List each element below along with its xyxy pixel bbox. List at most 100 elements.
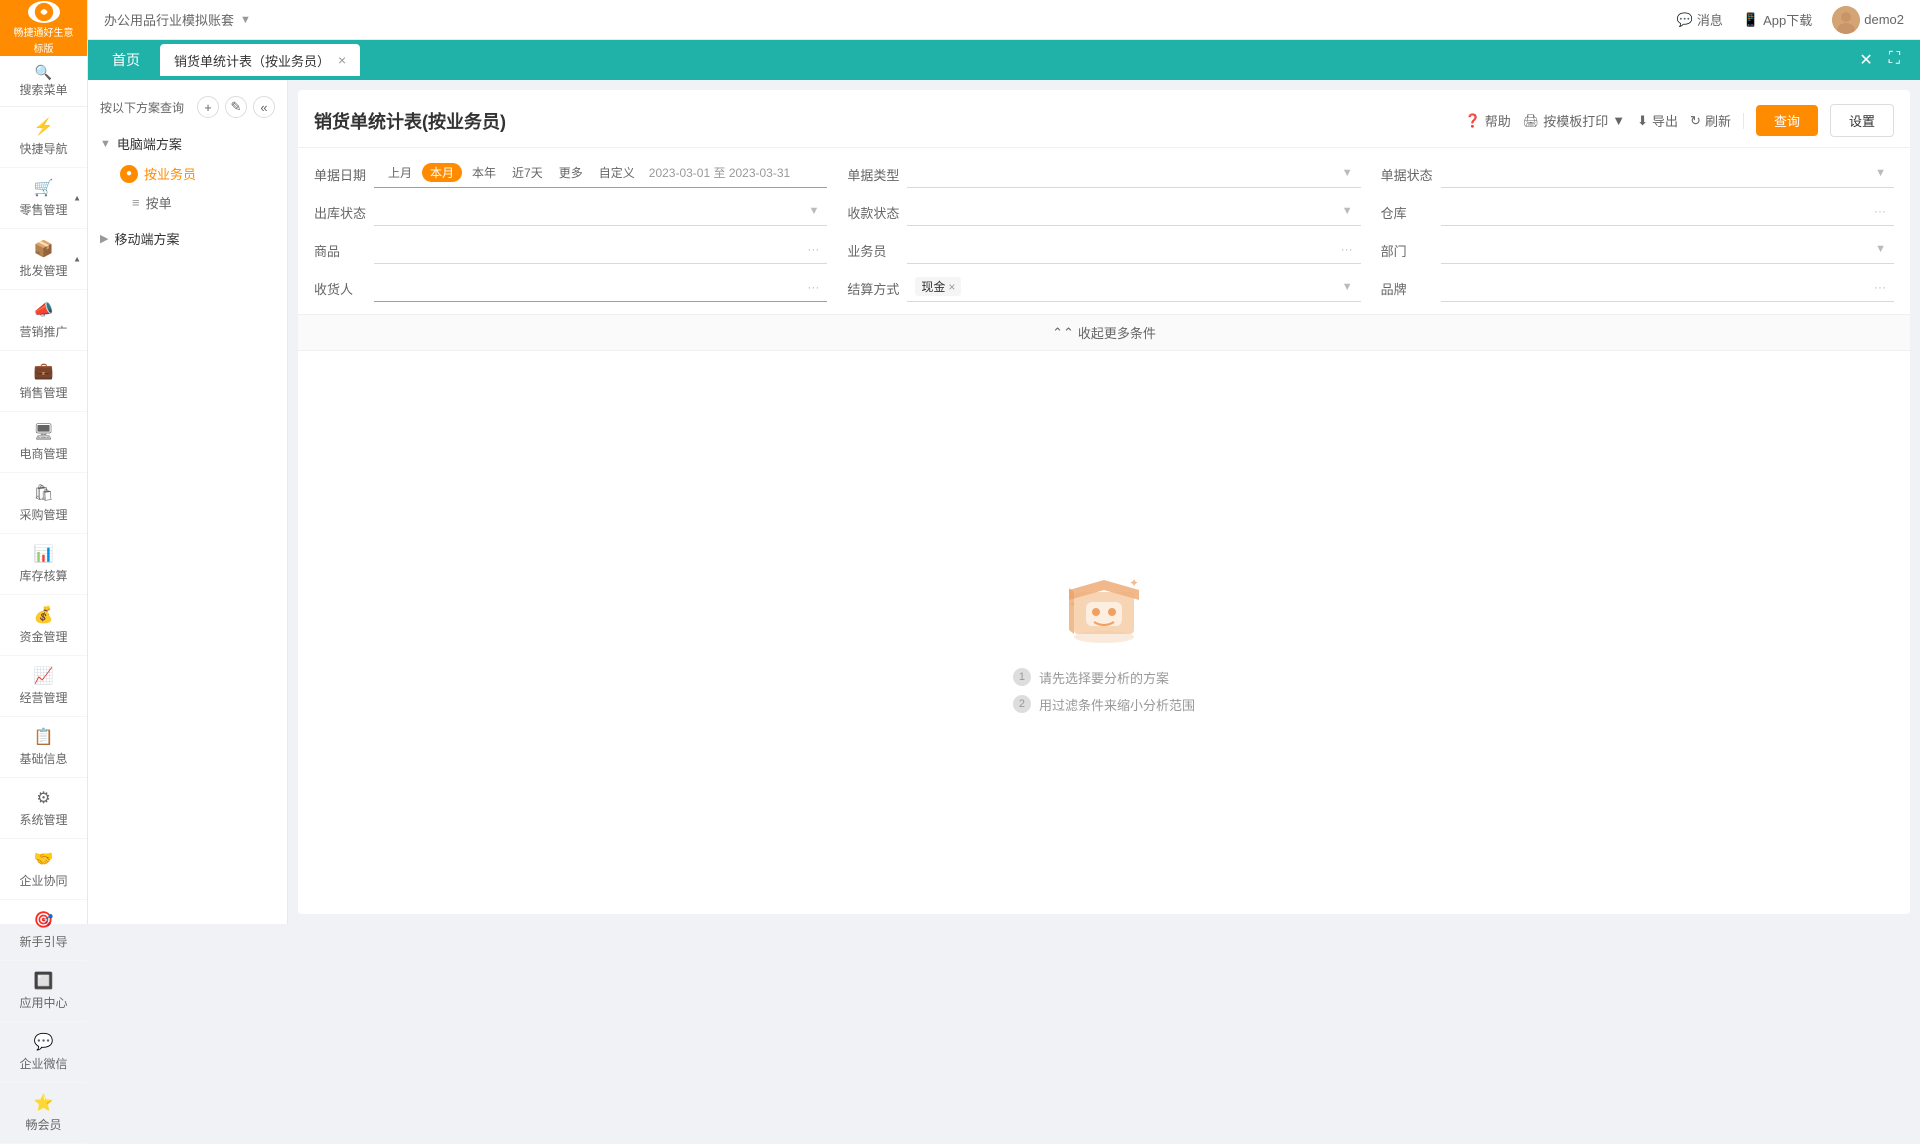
sidebar: 畅捷通好生意 标版 🔍 搜索菜单 ⚡ 快捷导航 🛒 零售管理 📦 批发管理 📣 … xyxy=(0,0,88,924)
receipt-status-label: 收款状态 xyxy=(847,203,907,222)
payment-tag-close-btn[interactable]: × xyxy=(948,280,955,294)
date-this-year-btn[interactable]: 本年 xyxy=(466,163,502,182)
app-download-btn[interactable]: 📱 App下载 xyxy=(1743,10,1812,29)
receipt-status-dropdown-icon: ▼ xyxy=(1342,205,1353,217)
print-btn[interactable]: 🖨 按模板打印 ▼ xyxy=(1523,111,1625,130)
refresh-btn[interactable]: ↻ 刷新 xyxy=(1690,111,1731,130)
username: demo2 xyxy=(1864,12,1904,27)
sidebar-item-purchase[interactable]: 🛍 采购管理 xyxy=(0,473,87,534)
doc-type-control[interactable]: ▼ xyxy=(907,160,1360,188)
scheme-sub-icon: ≡ xyxy=(132,195,140,210)
tab-close-btn[interactable]: × xyxy=(338,52,346,68)
edit-scheme-btn[interactable]: ✎ xyxy=(225,96,247,118)
date-last-month-btn[interactable]: 上月 xyxy=(382,163,418,182)
page-title: 销货单统计表(按业务员) xyxy=(314,108,506,134)
settings-btn[interactable]: 设置 xyxy=(1830,104,1894,137)
payment-control[interactable]: 现金 × ▼ xyxy=(907,274,1360,302)
sidebar-item-tutorial[interactable]: 🎯 新手引导 xyxy=(0,900,87,961)
doc-type-label: 单据类型 xyxy=(847,165,907,184)
refresh-icon: ↻ xyxy=(1690,113,1701,129)
salesperson-label: 业务员 xyxy=(847,241,907,260)
sidebar-item-appcenter[interactable]: 🔲 应用中心 xyxy=(0,961,87,1022)
messages-btn[interactable]: 💬 消息 xyxy=(1677,10,1723,29)
filter-row-2: 出库状态 ▼ 收款状态 ▼ 仓库 ··· xyxy=(314,198,1894,226)
tab-maximize-btn[interactable]: ⛶ xyxy=(1885,46,1904,74)
hint-num-2: 2 xyxy=(1013,695,1031,713)
sidebar-item-finance[interactable]: 💰 资金管理 xyxy=(0,595,87,656)
tree-item-by-salesperson[interactable]: ● 按业务员 xyxy=(88,159,287,188)
tree-expand-icon: ▼ xyxy=(100,138,111,150)
department-control[interactable]: ▼ xyxy=(1441,236,1894,264)
goods-control[interactable]: ··· xyxy=(374,236,827,264)
tab-home[interactable]: 首页 xyxy=(96,40,156,80)
date-custom-btn[interactable]: 自定义 xyxy=(593,163,641,182)
add-scheme-btn[interactable]: + xyxy=(197,96,219,118)
sidebar-item-member[interactable]: ⭐ 畅会员 xyxy=(0,1083,87,1144)
payment-dropdown-icon: ▼ xyxy=(1342,281,1353,293)
date-this-month-btn[interactable]: 本月 xyxy=(422,163,462,182)
goods-more-icon: ··· xyxy=(807,242,819,256)
download-icon: 📱 xyxy=(1743,12,1759,28)
empty-state: ✦ ✦ 1 请先选择要分析的方案 2 用过滤条件来缩小分析范围 xyxy=(298,351,1910,914)
doc-type-dropdown-icon: ▼ xyxy=(1342,167,1353,179)
department-dropdown-icon: ▼ xyxy=(1875,243,1886,255)
company-name: 办公用品行业模拟账套 xyxy=(104,10,234,29)
logo-icon xyxy=(28,1,60,23)
sidebar-nav-quicknav[interactable]: ⚡ 快捷导航 xyxy=(0,107,87,168)
sidebar-item-operations[interactable]: 📈 经营管理 xyxy=(0,656,87,717)
out-status-label: 出库状态 xyxy=(314,203,374,222)
receipt-status-control[interactable]: ▼ xyxy=(907,198,1360,226)
tree-mobile-parent[interactable]: ▶ 移动端方案 xyxy=(88,223,287,254)
sidebar-item-system[interactable]: ⚙ 系统管理 xyxy=(0,778,87,839)
sidebar-item-inventory[interactable]: 📊 库存核算 xyxy=(0,534,87,595)
salesperson-control[interactable]: ··· xyxy=(907,236,1360,264)
date-control: 上月 本月 本年 近7天 更多 自定义 2023-03-01 至 2023-03… xyxy=(374,160,827,188)
department-label: 部门 xyxy=(1381,241,1441,260)
tab-active[interactable]: 销货单统计表（按业务员） × xyxy=(160,44,360,76)
date-quick-btns: 上月 本月 本年 近7天 更多 自定义 xyxy=(382,163,641,182)
sidebar-item-marketing[interactable]: 📣 营销推广 xyxy=(0,290,87,351)
query-btn[interactable]: 查询 xyxy=(1756,105,1818,136)
topbar: 办公用品行业模拟账套 ▼ 💬 消息 📱 App下载 de xyxy=(88,0,1920,40)
sidebar-item-ecommerce[interactable]: 🖥 电商管理 xyxy=(0,412,87,473)
hint-num-1: 1 xyxy=(1013,668,1031,686)
scheme-active-icon: ● xyxy=(120,165,138,183)
brand-control[interactable]: ··· xyxy=(1441,274,1894,302)
brand-more-icon: ··· xyxy=(1874,280,1886,294)
header-divider xyxy=(1743,113,1744,129)
help-btn[interactable]: ❓ 帮助 xyxy=(1465,111,1511,130)
left-panel-header: 按以下方案查询 + ✎ « xyxy=(88,90,287,128)
page-header: 销货单统计表(按业务员) ❓ 帮助 🖨 按模板打印 ▼ ⬇ 导出 xyxy=(298,90,1910,148)
sidebar-item-sales[interactable]: 💼 销售管理 xyxy=(0,351,87,412)
export-btn[interactable]: ⬇ 导出 xyxy=(1637,111,1678,130)
tab-close-window-btn[interactable]: ✕ xyxy=(1855,46,1876,74)
sidebar-item-wechat[interactable]: 💬 企业微信 xyxy=(0,1022,87,1083)
empty-illustration: ✦ ✦ xyxy=(1054,552,1154,652)
company-dropdown-icon[interactable]: ▼ xyxy=(240,14,251,26)
tree-desktop-parent[interactable]: ▼ 电脑端方案 xyxy=(88,128,287,159)
topbar-title: 办公用品行业模拟账套 ▼ xyxy=(104,10,251,29)
collapse-left-panel-btn[interactable]: « xyxy=(253,96,275,118)
sidebar-item-basic-info[interactable]: 📋 基础信息 xyxy=(0,717,87,778)
warehouse-more-icon: ··· xyxy=(1874,204,1886,218)
sidebar-item-retail[interactable]: 🛒 零售管理 xyxy=(0,168,87,229)
sidebar-item-wholesale[interactable]: 📦 批发管理 xyxy=(0,229,87,290)
sidebar-item-enterprise[interactable]: 🤝 企业协同 xyxy=(0,839,87,900)
date-more-btn[interactable]: 更多 xyxy=(553,163,589,182)
tree-item-by-order[interactable]: ≡ 按单 xyxy=(88,188,287,217)
tree-mobile-arrow-icon: ▶ xyxy=(100,232,108,245)
warehouse-control[interactable]: ··· xyxy=(1441,198,1894,226)
user-menu[interactable]: demo2 xyxy=(1832,6,1904,34)
collapse-bar[interactable]: ⌃⌃ 收起更多条件 xyxy=(298,315,1910,351)
doc-status-control[interactable]: ▼ xyxy=(1441,160,1894,188)
date-last7-btn[interactable]: 近7天 xyxy=(506,163,549,182)
search-menu-item[interactable]: 🔍 搜索菜单 xyxy=(0,56,87,107)
filter-row-4: 收货人 ··· 结算方式 现金 × ▼ xyxy=(314,274,1894,302)
empty-text: 1 请先选择要分析的方案 2 用过滤条件来缩小分析范围 xyxy=(1013,668,1195,714)
tabbar: 首页 销货单统计表（按业务员） × ✕ ⛶ xyxy=(88,40,1920,80)
consignee-label: 收货人 xyxy=(314,279,374,298)
out-status-control[interactable]: ▼ xyxy=(374,198,827,226)
export-icon: ⬇ xyxy=(1637,113,1648,129)
consignee-control[interactable]: ··· xyxy=(374,274,827,302)
date-range-display: 2023-03-01 至 2023-03-31 xyxy=(649,164,790,181)
